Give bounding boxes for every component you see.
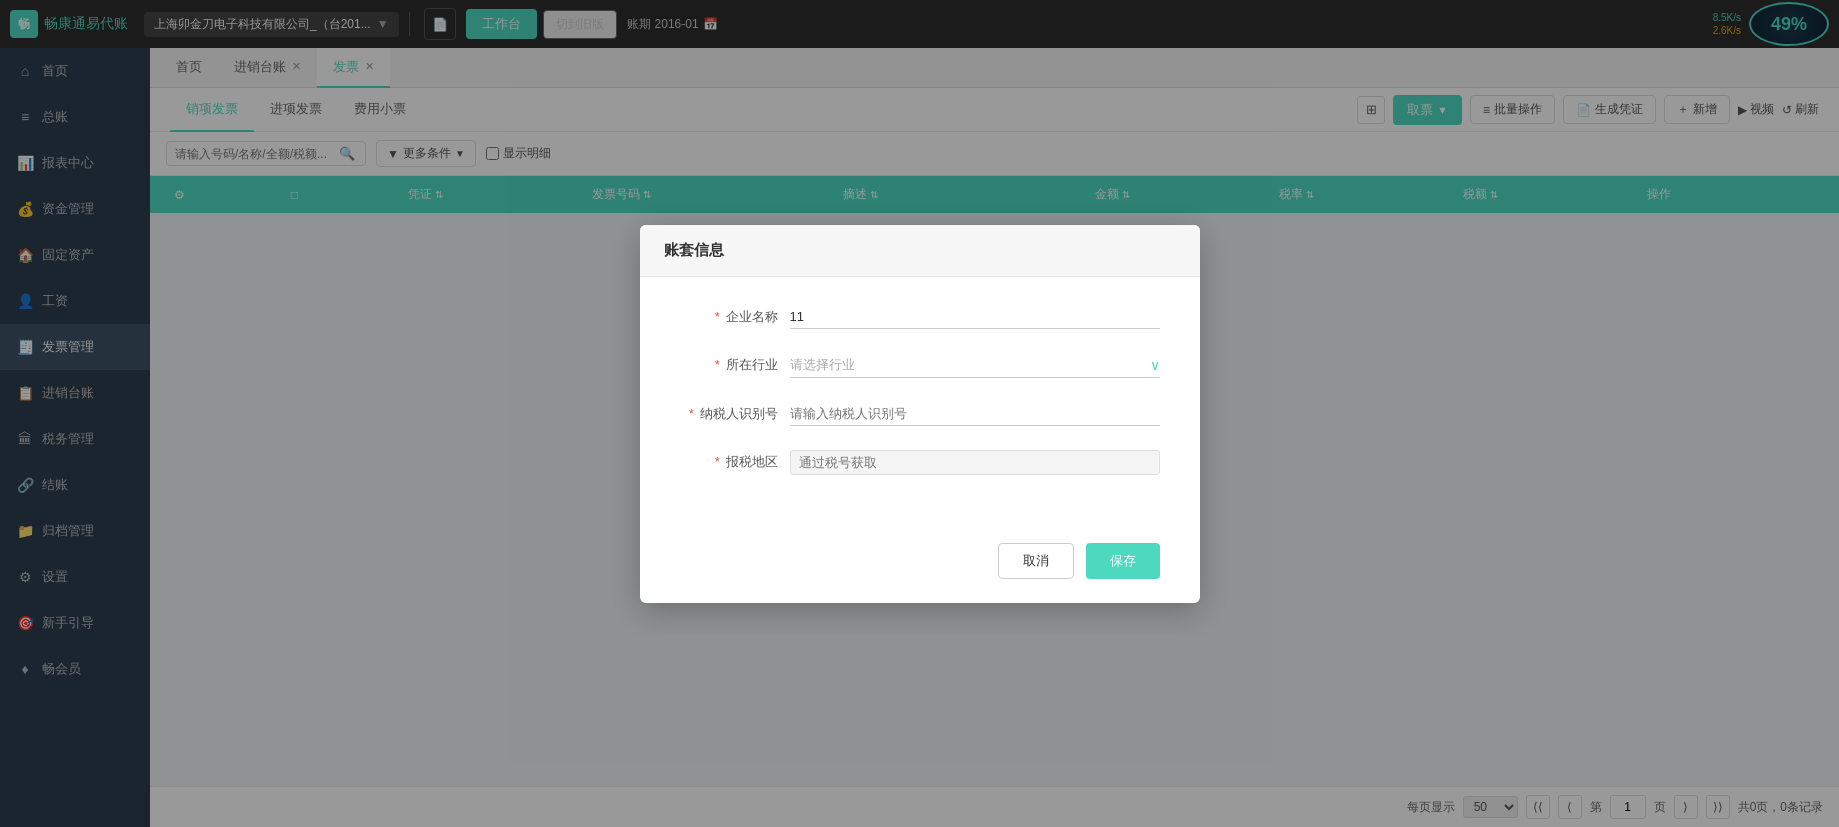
form-row-tax-region: * 报税地区 [680, 450, 1160, 475]
company-name-input[interactable] [790, 305, 1160, 329]
tax-id-input[interactable] [790, 402, 1160, 426]
industry-dropdown-icon: ∨ [1150, 357, 1160, 373]
tax-region-label: * 报税地区 [680, 453, 790, 471]
form-row-tax-id: * 纳税人识别号 [680, 402, 1160, 426]
modal-overlay: 账套信息 * 企业名称 * 所在行业 请选择行业 [0, 0, 1839, 827]
account-info-modal: 账套信息 * 企业名称 * 所在行业 请选择行业 [640, 225, 1200, 603]
required-star: * [715, 309, 720, 324]
required-star: * [689, 406, 694, 421]
industry-label: * 所在行业 [680, 356, 790, 374]
required-star: * [715, 454, 720, 469]
modal-header: 账套信息 [640, 225, 1200, 277]
modal-title: 账套信息 [664, 241, 724, 258]
required-star: * [715, 357, 720, 372]
save-button[interactable]: 保存 [1086, 543, 1160, 579]
industry-select[interactable]: 请选择行业 [790, 357, 1150, 372]
industry-select-wrap: 请选择行业 ∨ [790, 353, 1160, 378]
modal-footer: 取消 保存 [640, 527, 1200, 603]
company-name-label: * 企业名称 [680, 308, 790, 326]
cancel-button[interactable]: 取消 [998, 543, 1074, 579]
form-row-industry: * 所在行业 请选择行业 ∨ [680, 353, 1160, 378]
tax-id-label: * 纳税人识别号 [680, 405, 790, 423]
modal-body: * 企业名称 * 所在行业 请选择行业 ∨ [640, 277, 1200, 527]
form-row-company: * 企业名称 [680, 305, 1160, 329]
tax-region-input [790, 450, 1160, 475]
